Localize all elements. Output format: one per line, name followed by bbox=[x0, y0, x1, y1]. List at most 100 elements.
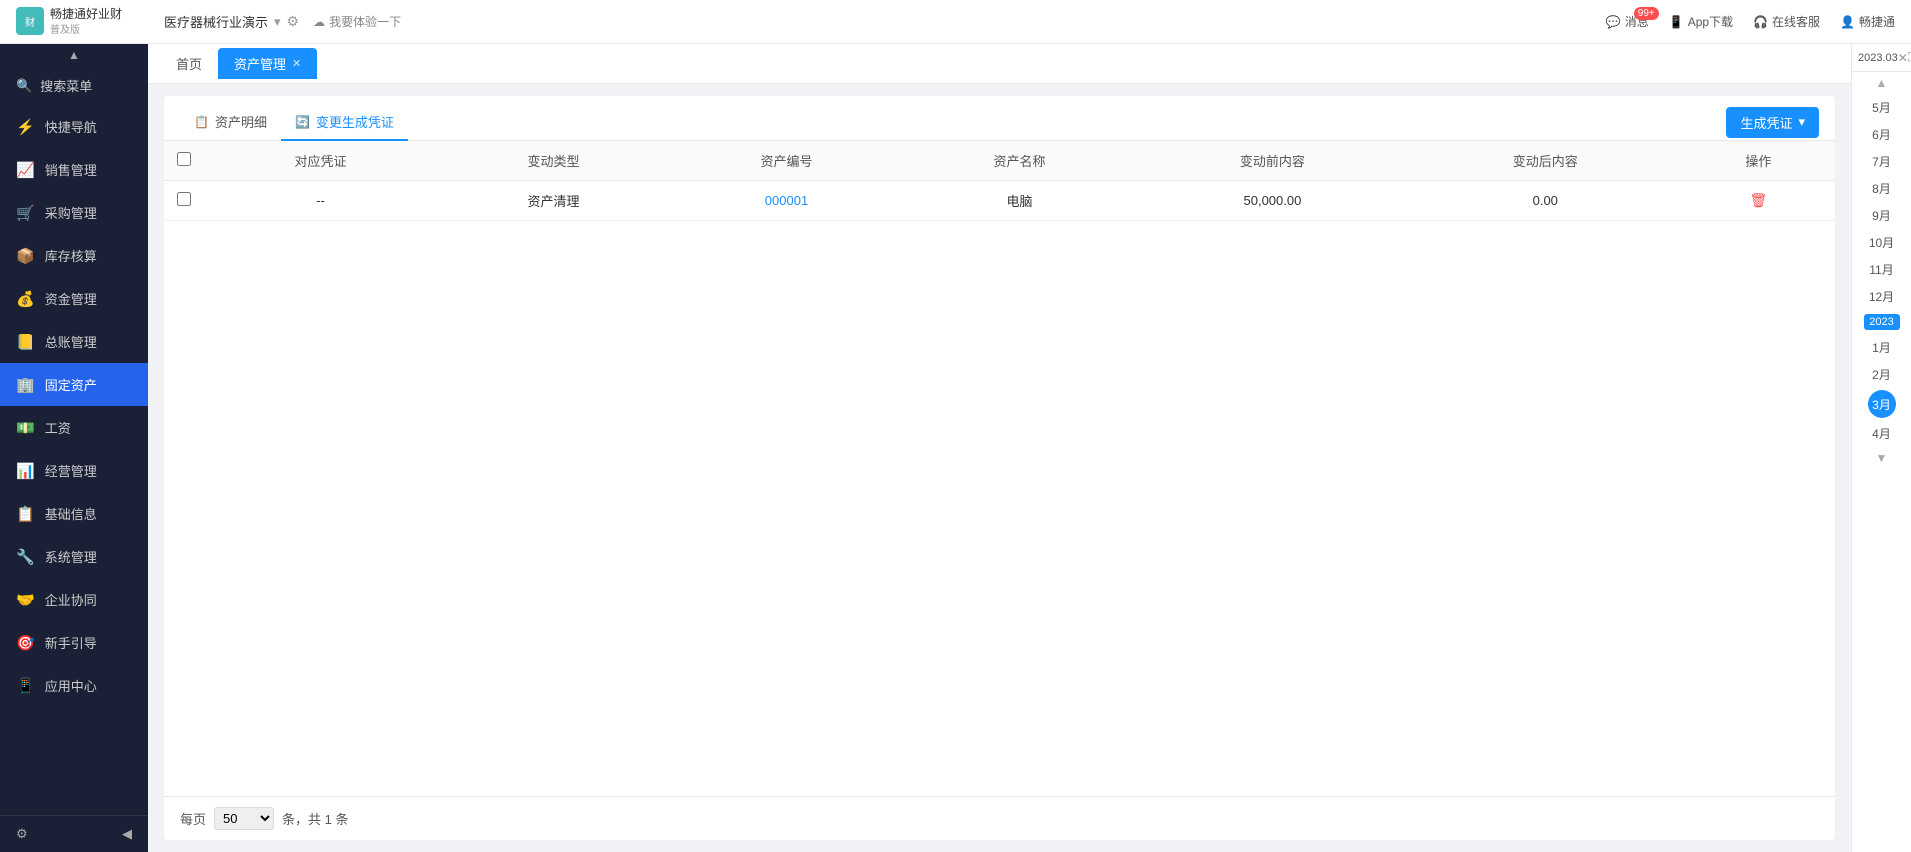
sub-tab-change-voucher-label: 变更生成凭证 bbox=[316, 112, 394, 131]
experience-area[interactable]: ☁ 我要体验一下 bbox=[313, 13, 401, 30]
notification-icon: 💬 bbox=[1606, 15, 1621, 29]
total-label: 条，共 1 条 bbox=[282, 809, 348, 828]
sub-tab-change-voucher[interactable]: 🔄 变更生成凭证 bbox=[281, 104, 408, 141]
row-action: 🗑 bbox=[1682, 181, 1835, 221]
generate-voucher-label: 生成凭证 bbox=[1740, 113, 1792, 132]
delete-icon[interactable]: 🗑 bbox=[1749, 192, 1767, 208]
content-area: 首页 资产管理 ✕ 📋 资产明细 🔄 变更生成凭证 bbox=[148, 44, 1851, 852]
right-panel-scroll-up[interactable]: ▲ bbox=[1872, 72, 1892, 94]
sub-tab-asset-detail-label: 资产明细 bbox=[215, 112, 267, 131]
col-after-content: 变动后内容 bbox=[1409, 141, 1682, 181]
right-panel-header: 2023.03 ✕ ⛶ bbox=[1852, 44, 1911, 72]
sidebar-item-sales[interactable]: 📈 销售管理 bbox=[0, 148, 148, 191]
select-all-checkbox[interactable] bbox=[177, 152, 191, 166]
sidebar-item-system[interactable]: 🔧 系统管理 bbox=[0, 535, 148, 578]
table-row: -- 资产清理 000001 电脑 50,000.00 0.00 🗑 bbox=[164, 181, 1835, 221]
logo-sub: 普及版 bbox=[50, 21, 122, 36]
tab-home[interactable]: 首页 bbox=[164, 48, 214, 79]
purchase-icon: 🛒 bbox=[16, 204, 35, 222]
month-item[interactable]: 1月 bbox=[1852, 334, 1911, 361]
quick-nav-icon: ⚡ bbox=[16, 118, 35, 136]
sidebar-scroll-up[interactable]: ▲ bbox=[0, 44, 148, 66]
sidebar-item-fixed-assets[interactable]: 🏢 固定资产 bbox=[0, 363, 148, 406]
sidebar-item-inventory[interactable]: 📦 库存核算 bbox=[0, 234, 148, 277]
col-change-type: 变动类型 bbox=[437, 141, 670, 181]
sub-tab-asset-detail[interactable]: 📋 资产明细 bbox=[180, 104, 281, 141]
sidebar-label-guide: 新手引导 bbox=[45, 633, 97, 652]
sidebar-label-app-center: 应用中心 bbox=[45, 676, 97, 695]
basic-info-icon: 📋 bbox=[16, 505, 35, 523]
sidebar-label-cooperation: 企业协同 bbox=[45, 590, 97, 609]
row-checkbox-cell bbox=[164, 181, 204, 221]
right-panel-close-icon[interactable]: ✕ bbox=[1898, 51, 1908, 65]
col-voucher: 对应凭证 bbox=[204, 141, 437, 181]
row-checkbox[interactable] bbox=[177, 192, 191, 206]
settings-icon[interactable]: ⚙ bbox=[287, 13, 300, 30]
generate-voucher-button[interactable]: 生成凭证 ▾ bbox=[1726, 107, 1819, 138]
customer-service-label: 在线客服 bbox=[1772, 13, 1820, 30]
sidebar-item-operations[interactable]: 📊 经营管理 bbox=[0, 449, 148, 492]
month-item[interactable]: 9月 bbox=[1852, 202, 1911, 229]
sidebar-item-payroll[interactable]: 💵 工资 bbox=[0, 406, 148, 449]
sidebar-item-app-center[interactable]: 📱 应用中心 bbox=[0, 664, 148, 707]
year-badge: 2023 bbox=[1864, 314, 1900, 330]
mobile-icon: 📱 bbox=[1669, 15, 1684, 29]
user-label: 畅捷通 bbox=[1859, 13, 1895, 30]
per-page-select[interactable]: 102050100 bbox=[214, 807, 274, 830]
sidebar-item-search[interactable]: 🔍 搜索菜单 bbox=[0, 66, 148, 105]
sidebar-label-quick-nav: 快捷导航 bbox=[45, 117, 97, 136]
row-asset-code: 000001 bbox=[670, 181, 903, 221]
customer-service-item[interactable]: 🎧 在线客服 bbox=[1753, 13, 1820, 30]
company-name: 医疗器械行业演示 bbox=[164, 12, 268, 31]
month-item[interactable]: 8月 bbox=[1852, 175, 1911, 202]
sidebar-item-ledger[interactable]: 📒 总账管理 bbox=[0, 320, 148, 363]
month-item[interactable]: 6月 bbox=[1852, 121, 1911, 148]
right-panel-scroll-down[interactable]: ▼ bbox=[1872, 447, 1892, 469]
data-table: 对应凭证 变动类型 资产编号 资产名称 变动前内容 变动后内容 操作 bbox=[164, 141, 1835, 221]
month-item[interactable]: 11月 bbox=[1852, 256, 1911, 283]
col-asset-name: 资产名称 bbox=[903, 141, 1136, 181]
top-header: 财 畅捷通好业财 普及版 医疗器械行业演示 ▾ ⚙ ☁ 我要体验一下 💬 消息 … bbox=[0, 0, 1911, 44]
sidebar-item-basic-info[interactable]: 📋 基础信息 bbox=[0, 492, 148, 535]
app-download-item[interactable]: 📱 App下载 bbox=[1669, 13, 1733, 30]
sidebar-label-basic-info: 基础信息 bbox=[45, 504, 97, 523]
tab-close-icon[interactable]: ✕ bbox=[292, 57, 301, 70]
sidebar-item-purchase[interactable]: 🛒 采购管理 bbox=[0, 191, 148, 234]
month-item[interactable]: 2月 bbox=[1852, 361, 1911, 388]
month-item[interactable]: 7月 bbox=[1852, 148, 1911, 175]
month-list: 5月6月7月8月9月10月11月12月 2023 1月2月3月4月 bbox=[1852, 94, 1911, 447]
sidebar-collapse-icon[interactable]: ◀ bbox=[122, 826, 132, 842]
month-item-current[interactable]: 3月 bbox=[1868, 390, 1896, 418]
sidebar-label-search: 搜索菜单 bbox=[40, 76, 92, 95]
sidebar-item-cooperation[interactable]: 🤝 企业协同 bbox=[0, 578, 148, 621]
sidebar-item-quick-nav[interactable]: ⚡ 快捷导航 bbox=[0, 105, 148, 148]
asset-detail-icon: 📋 bbox=[194, 115, 209, 129]
month-item[interactable]: 4月 bbox=[1852, 420, 1911, 447]
sidebar-settings-icon[interactable]: ⚙ bbox=[16, 826, 28, 842]
chevron-down-icon[interactable]: ▾ bbox=[274, 14, 281, 30]
pagination-bar: 每页 102050100 条，共 1 条 bbox=[164, 796, 1835, 840]
payroll-icon: 💵 bbox=[16, 419, 35, 437]
sidebar-item-guide[interactable]: 🎯 新手引导 bbox=[0, 621, 148, 664]
month-item[interactable]: 10月 bbox=[1852, 229, 1911, 256]
experience-label: 我要体验一下 bbox=[329, 13, 401, 30]
tab-asset-management[interactable]: 资产管理 ✕ bbox=[218, 48, 317, 79]
logo-icon: 财 bbox=[16, 7, 44, 35]
tab-asset-management-label: 资产管理 bbox=[234, 54, 286, 73]
sidebar: ▲ 🔍 搜索菜单 ⚡ 快捷导航 📈 销售管理 🛒 采购管理 📦 库存核算 💰 资… bbox=[0, 44, 148, 852]
notification-item[interactable]: 💬 消息 99+ bbox=[1606, 13, 1649, 30]
sidebar-label-fixed-assets: 固定资产 bbox=[45, 375, 97, 394]
guide-icon: 🎯 bbox=[16, 634, 35, 652]
month-item[interactable]: 5月 bbox=[1852, 94, 1911, 121]
change-voucher-icon: 🔄 bbox=[295, 115, 310, 129]
sidebar-label-ledger: 总账管理 bbox=[45, 332, 97, 351]
user-item[interactable]: 👤 畅捷通 bbox=[1840, 13, 1895, 30]
month-item[interactable]: 12月 bbox=[1852, 283, 1911, 310]
col-before-content: 变动前内容 bbox=[1136, 141, 1409, 181]
cooperation-icon: 🤝 bbox=[16, 591, 35, 609]
search-icon: 🔍 bbox=[16, 78, 32, 94]
sidebar-label-system: 系统管理 bbox=[45, 547, 97, 566]
user-icon: 👤 bbox=[1840, 15, 1855, 29]
right-panel-title: 2023.03 bbox=[1858, 52, 1898, 64]
sidebar-item-finance[interactable]: 💰 资金管理 bbox=[0, 277, 148, 320]
